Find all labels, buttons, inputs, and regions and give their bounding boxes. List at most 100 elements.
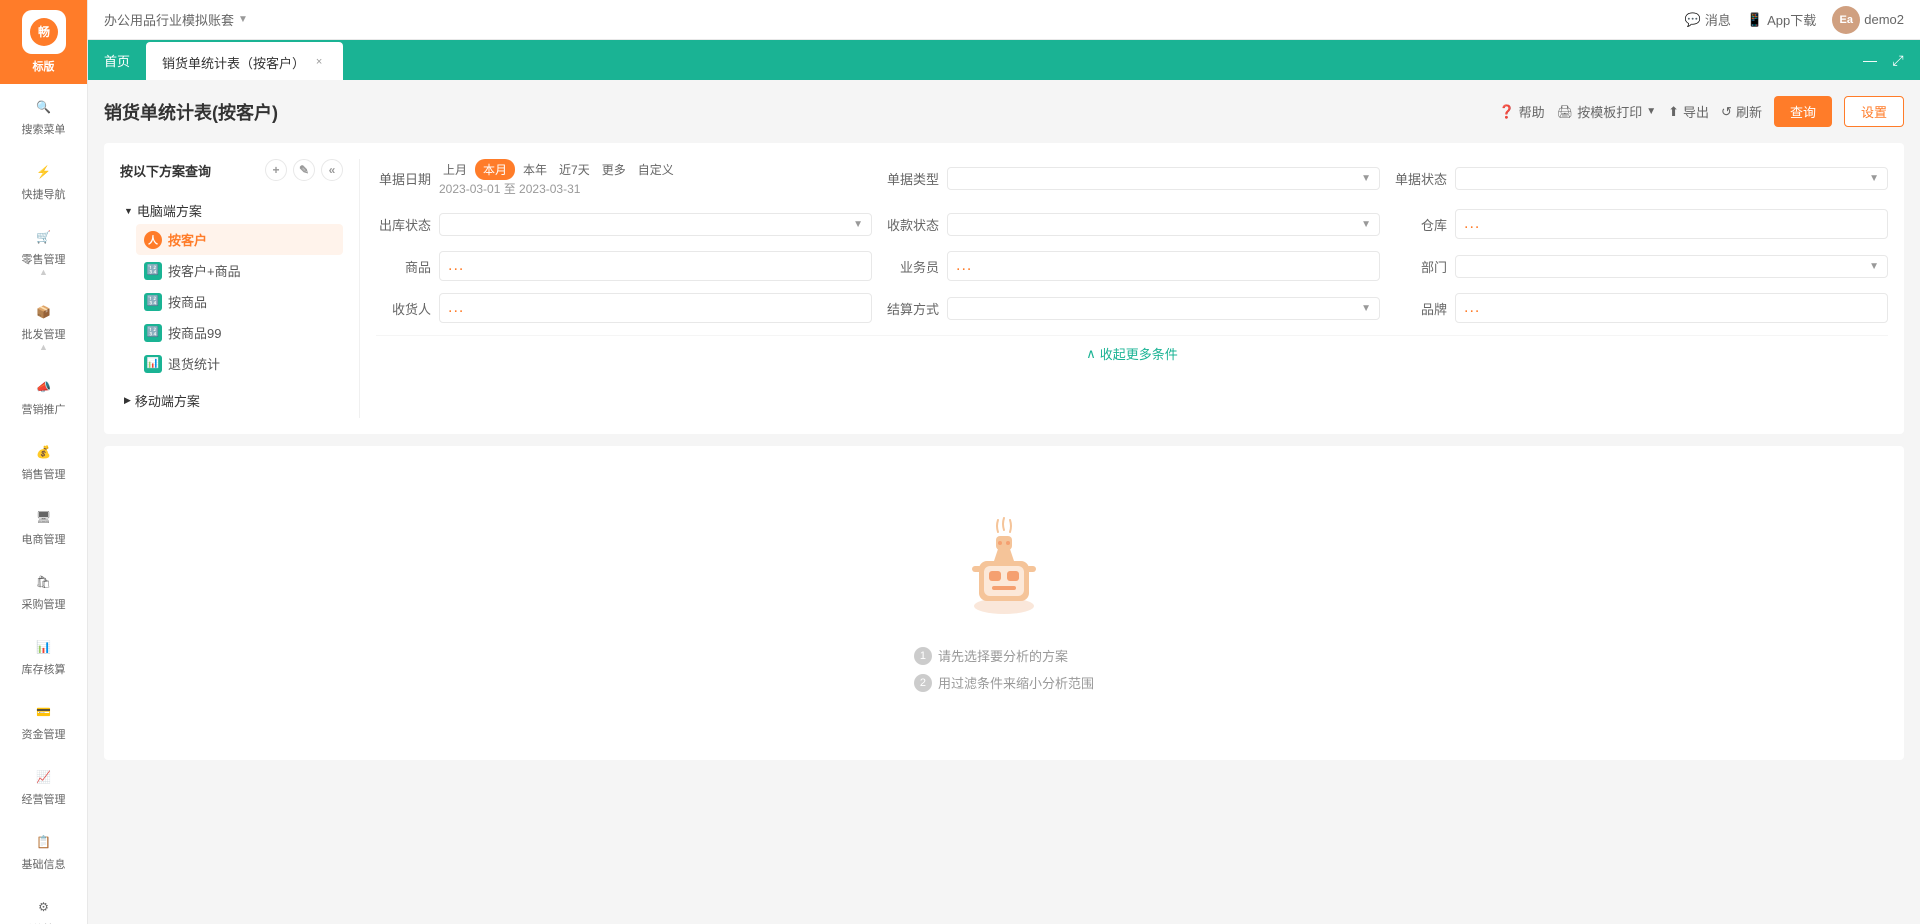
tree-child-by-customer[interactable]: 人 按客户 — [136, 224, 343, 255]
tree-child-by-customer-goods[interactable]: 🔢 按客户+商品 — [136, 255, 343, 286]
tabbar-actions: — ⤢ — [1860, 50, 1920, 70]
refresh-label: 刷新 — [1736, 102, 1762, 121]
sidebar-item-retail[interactable]: 🛒 零售管理 ▲ — [0, 214, 87, 289]
brand-dots-btn[interactable]: ... — [1455, 293, 1888, 323]
query-button[interactable]: 查询 — [1774, 96, 1832, 127]
sidebar-item-nav[interactable]: ⚡ 快捷导航 — [0, 149, 87, 214]
out-status-select[interactable]: ▼ — [439, 213, 872, 236]
date-tab-more[interactable]: 更多 — [598, 159, 630, 180]
sidebar-item-marketing[interactable]: 📣 营销推广 — [0, 364, 87, 429]
sidebar-item-operations[interactable]: 📈 经营管理 — [0, 754, 87, 819]
empty-state: 1 请先选择要分析的方案 2 用过滤条件来缩小分析范围 — [104, 446, 1904, 760]
username-label: demo2 — [1864, 12, 1904, 27]
tab-minimize-icon[interactable]: — — [1860, 50, 1880, 70]
date-range: 2023-03-01 至 2023-03-31 — [439, 180, 872, 197]
sidebar-item-wholesale[interactable]: 📦 批发管理 ▲ — [0, 289, 87, 364]
warehouse-dots-btn[interactable]: ... — [1455, 209, 1888, 239]
tree-child-label: 按客户+商品 — [168, 261, 241, 280]
refresh-btn[interactable]: ↺ 刷新 — [1721, 102, 1762, 121]
tab-sales-stat[interactable]: 销货单统计表（按客户） × — [146, 42, 343, 82]
sidebar-item-search[interactable]: 🔍 搜索菜单 — [0, 84, 87, 149]
tab-close-icon[interactable]: × — [311, 54, 327, 70]
edit-scheme-btn[interactable]: ✎ — [293, 159, 315, 181]
sidebar-item-purchase[interactable]: 🛍 采购管理 — [0, 559, 87, 624]
tab-home-label: 首页 — [104, 51, 130, 70]
status-chevron-icon: ▼ — [1869, 173, 1879, 184]
goods-dots-btn[interactable]: ... — [439, 251, 872, 281]
date-tab-last-month[interactable]: 上月 — [439, 159, 471, 180]
tabbar: 首页 销货单统计表（按客户） × — ⤢ — [88, 40, 1920, 80]
left-panel-header: 按以下方案查询 + ✎ « — [120, 159, 343, 181]
filter-field-staff: 业务员 ... — [884, 251, 1380, 281]
user-profile[interactable]: Ea demo2 — [1832, 6, 1904, 34]
sidebar-item-label: 经营管理 — [22, 791, 66, 807]
sidebar-item-sales[interactable]: 💰 销售管理 — [0, 429, 87, 494]
empty-tip-2: 2 用过滤条件来缩小分析范围 — [914, 673, 1094, 692]
receipt-status-select[interactable]: ▼ — [947, 213, 1380, 236]
sidebar-item-basic[interactable]: 📋 基础信息 — [0, 819, 87, 884]
tree-mobile-parent[interactable]: ▶ 移动端方案 — [120, 387, 343, 414]
tree-child-return-stat[interactable]: 📊 退货统计 — [136, 348, 343, 379]
retail-icon: 🛒 — [33, 226, 55, 248]
export-icon: ⬆ — [1668, 104, 1679, 120]
staff-control: ... — [947, 251, 1380, 281]
filter-field-brand: 品牌 ... — [1392, 293, 1888, 323]
sidebar: 畅 标版 🔍 搜索菜单 ⚡ 快捷导航 🛒 零售管理 ▲ 📦 批发管理 ▲ 📣 营… — [0, 0, 88, 924]
collapse-more-btn[interactable]: ∧ 收起更多条件 — [376, 335, 1888, 371]
tree-desktop-parent[interactable]: ▼ 电脑端方案 — [120, 197, 343, 224]
add-scheme-btn[interactable]: + — [265, 159, 287, 181]
sales-icon: 💰 — [33, 441, 55, 463]
type-control: ▼ — [947, 167, 1380, 190]
industry-dropdown[interactable]: 办公用品行业模拟账套 ▼ — [104, 10, 248, 29]
filter-panel: 按以下方案查询 + ✎ « ▼ 电脑端方案 — [104, 143, 1904, 434]
purchase-icon: 🛍 — [33, 571, 55, 593]
export-label: 导出 — [1683, 102, 1709, 121]
status-control: ▼ — [1455, 167, 1888, 190]
staff-dots-btn[interactable]: ... — [947, 251, 1380, 281]
print-btn[interactable]: 🖨 按模板打印 ▼ — [1557, 102, 1656, 121]
tree-child-by-goods99[interactable]: 🔢 按商品99 — [136, 317, 343, 348]
filter-right: 单据日期 上月 本月 本年 近7天 更多 — [360, 159, 1888, 418]
status-select[interactable]: ▼ — [1455, 167, 1888, 190]
logo-area: 畅 标版 — [0, 0, 87, 84]
consignee-control: ... — [439, 293, 872, 323]
help-btn[interactable]: ❓ 帮助 — [1498, 102, 1544, 121]
collapse-up-icon: ∧ — [1086, 346, 1096, 362]
dept-select[interactable]: ▼ — [1455, 255, 1888, 278]
warehouse-label: 仓库 — [1392, 215, 1447, 234]
date-tab-custom[interactable]: 自定义 — [634, 159, 678, 180]
tip-text-2: 用过滤条件来缩小分析范围 — [938, 673, 1094, 692]
tree-collapse-icon: ▶ — [124, 395, 131, 406]
date-tab-7days[interactable]: 近7天 — [555, 159, 594, 180]
sidebar-item-inventory[interactable]: 📊 库存核算 — [0, 624, 87, 689]
tree-desktop-label: 电脑端方案 — [137, 201, 202, 220]
tab-home[interactable]: 首页 — [88, 40, 146, 80]
settlement-label: 结算方式 — [884, 299, 939, 318]
sidebar-item-ecommerce[interactable]: 🖥 电商管理 — [0, 494, 87, 559]
collapse-left-btn[interactable]: « — [321, 159, 343, 181]
consignee-dots-btn[interactable]: ... — [439, 293, 872, 323]
help-icon: ❓ — [1498, 104, 1514, 120]
export-btn[interactable]: ⬆ 导出 — [1668, 102, 1709, 121]
out-status-control: ▼ — [439, 213, 872, 236]
sidebar-item-system[interactable]: ⚙ 系统管理 — [0, 884, 87, 924]
date-tab-this-year[interactable]: 本年 — [519, 159, 551, 180]
type-select[interactable]: ▼ — [947, 167, 1380, 190]
receipt-status-label: 收款状态 — [884, 215, 939, 234]
tab-maximize-icon[interactable]: ⤢ — [1888, 50, 1908, 70]
message-btn[interactable]: 💬 消息 — [1685, 10, 1731, 29]
settlement-select[interactable]: ▼ — [947, 297, 1380, 320]
date-label: 单据日期 — [376, 169, 431, 188]
receipt-status-control: ▼ — [947, 213, 1380, 236]
filter-row-3: 商品 ... 业务员 ... — [376, 251, 1888, 281]
date-tab-this-month[interactable]: 本月 — [475, 159, 515, 180]
app-download-btn[interactable]: 📱 App下载 — [1747, 10, 1816, 29]
dept-control: ▼ — [1455, 255, 1888, 278]
staff-label: 业务员 — [884, 257, 939, 276]
settings-button[interactable]: 设置 — [1844, 96, 1904, 127]
tree-child-label: 按商品 — [168, 292, 207, 311]
tip-num-2: 2 — [914, 674, 932, 692]
sidebar-item-finance[interactable]: 💳 资金管理 — [0, 689, 87, 754]
tree-child-by-goods[interactable]: 🔢 按商品 — [136, 286, 343, 317]
settlement-control: ▼ — [947, 297, 1380, 320]
